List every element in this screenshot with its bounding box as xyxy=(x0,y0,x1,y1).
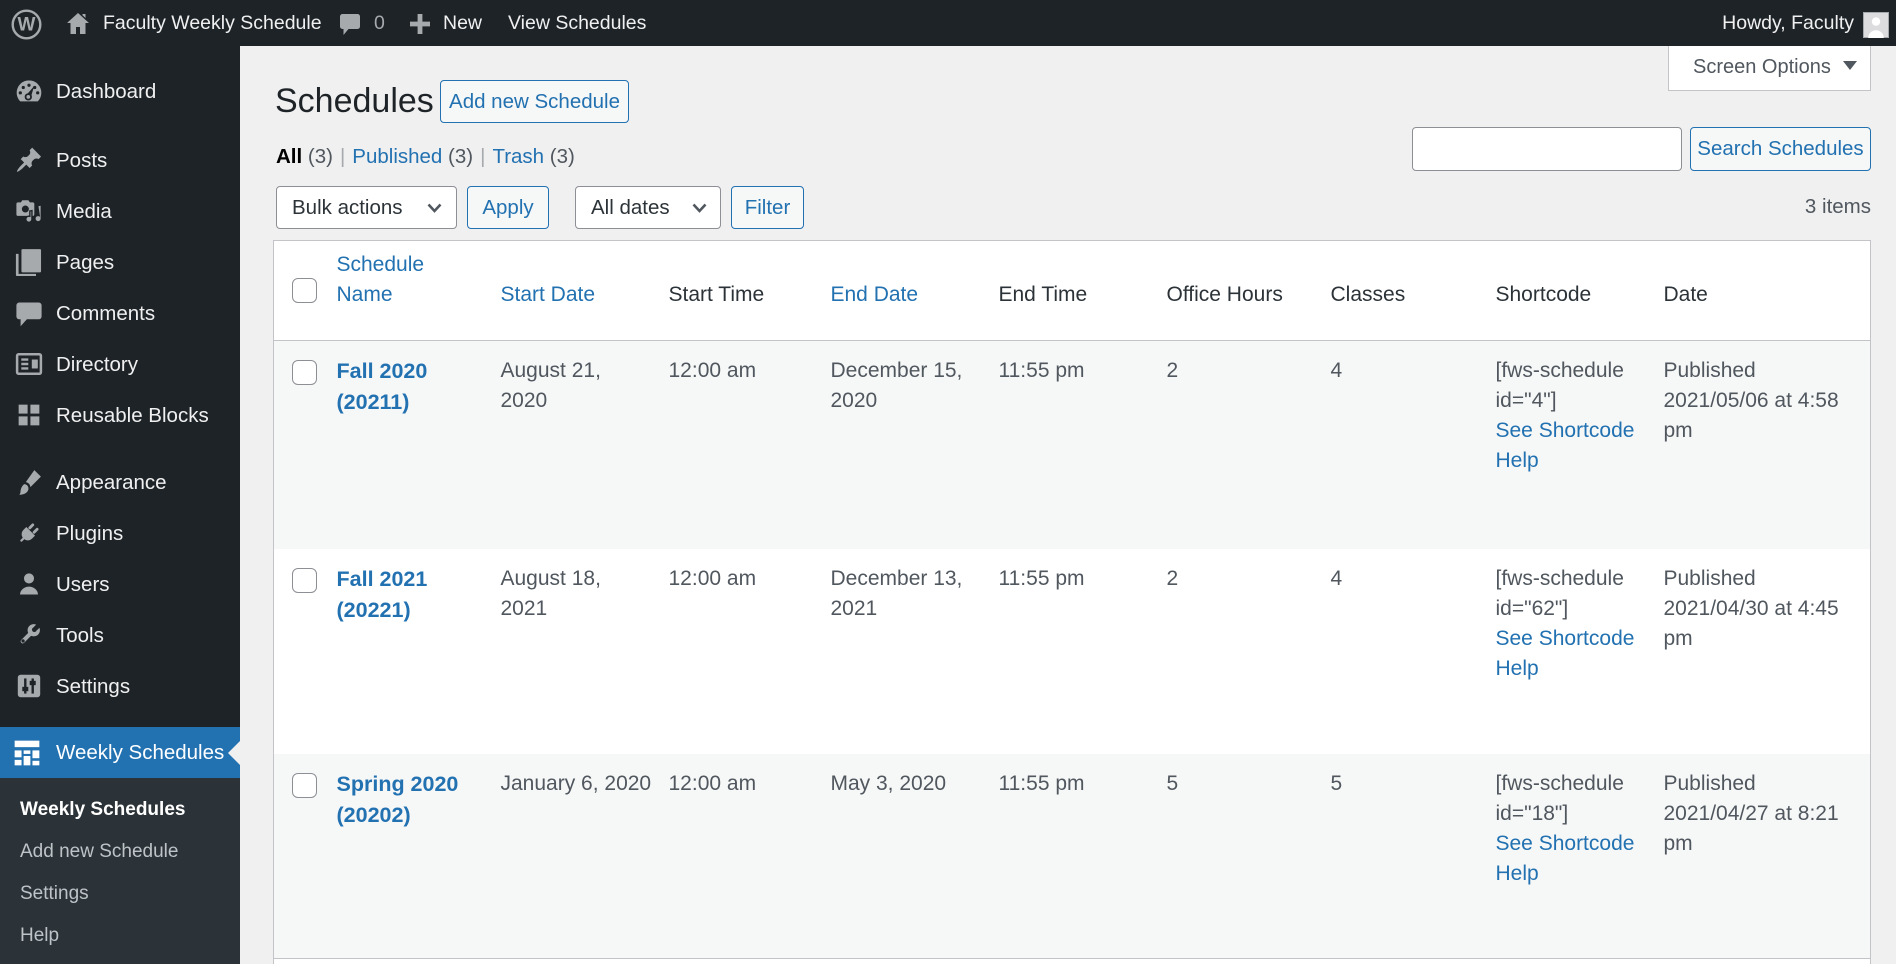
svg-text:W: W xyxy=(18,15,36,36)
